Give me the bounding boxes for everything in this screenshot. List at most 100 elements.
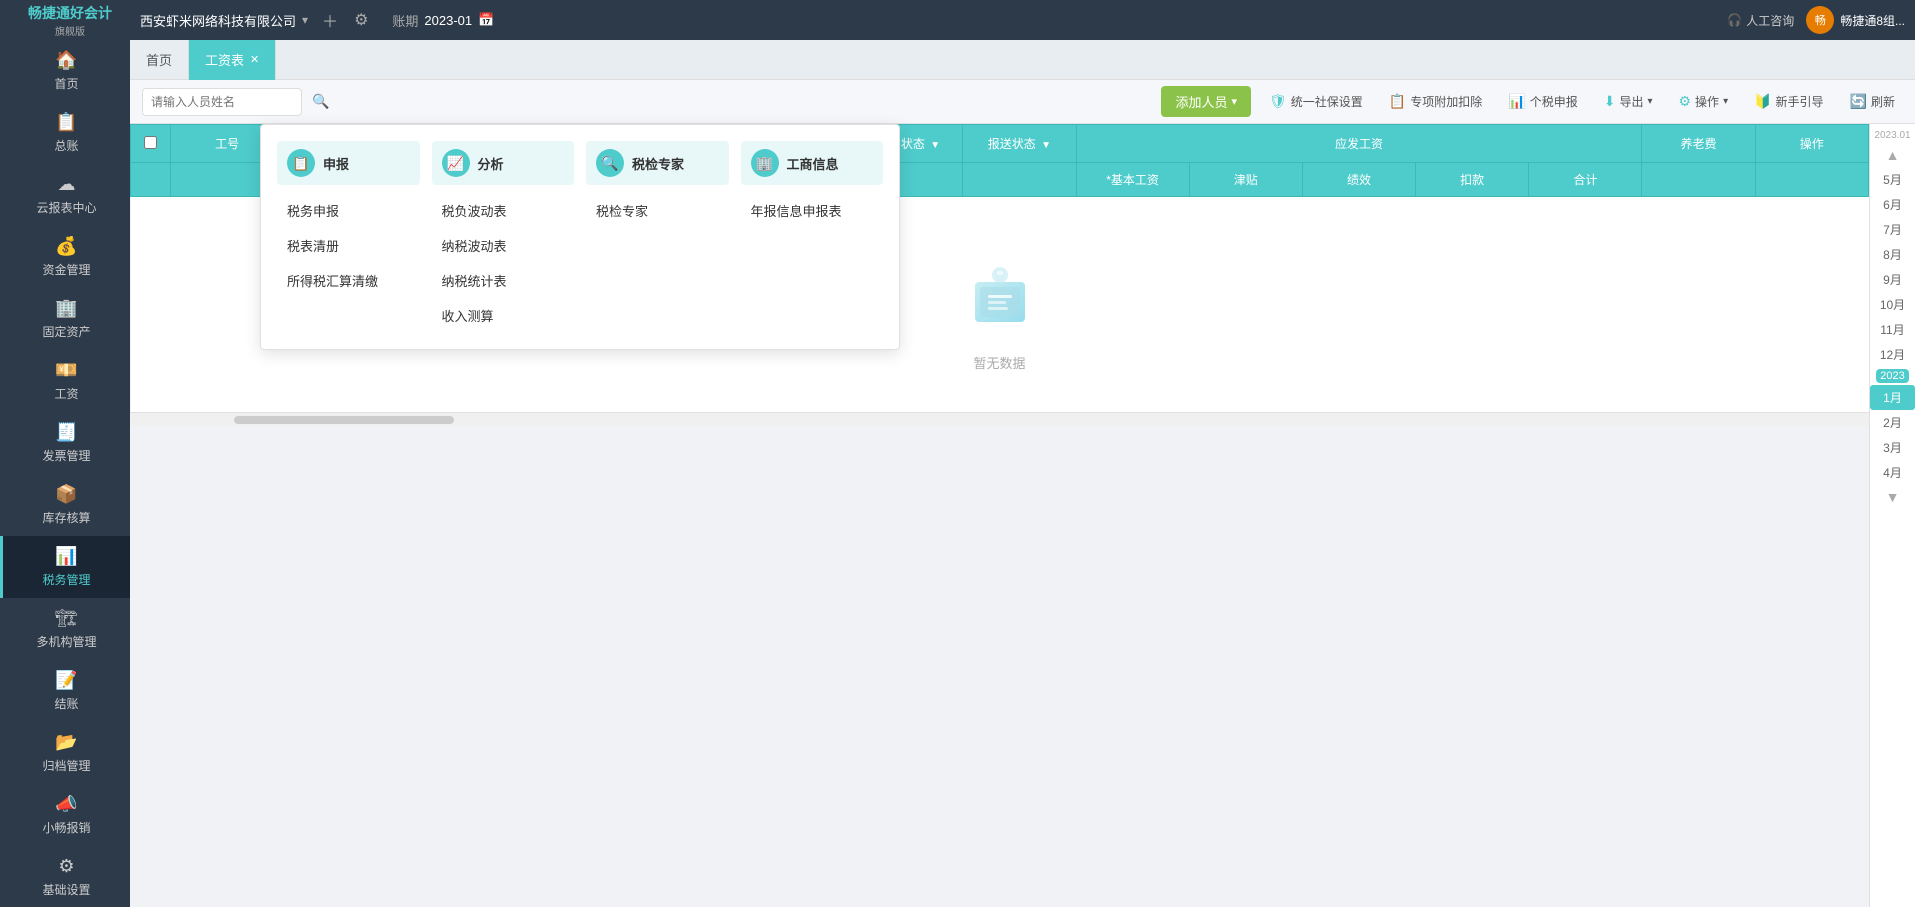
timeline-year-badge: 2023: [1876, 369, 1908, 383]
sidebar-label-inventory: 库存核算: [42, 509, 90, 526]
add-person-button[interactable]: 添加人员 ▾: [1161, 86, 1251, 117]
tab-home[interactable]: 首页: [130, 40, 189, 80]
timeline-month-11月[interactable]: 11月: [1870, 317, 1915, 342]
sidebar-label-xiaochang: 小畅报销: [42, 819, 90, 836]
menu-item-tax_payment[interactable]: 纳税波动表: [432, 228, 575, 263]
timeline-month-9月[interactable]: 9月: [1870, 267, 1915, 292]
company-selector[interactable]: 西安虾米网络科技有限公司 ▾: [140, 11, 308, 30]
select-all-checkbox[interactable]: [144, 136, 157, 149]
menu-grid: 📋申报税务申报税表清册所得税汇算清缴📈分析税负波动表纳税波动表纳税统计表收入测算…: [271, 135, 889, 339]
sidebar-item-general[interactable]: 📋总账: [0, 102, 130, 164]
tax-report-button[interactable]: 📊 个税申报: [1500, 89, 1585, 114]
guide-button[interactable]: 🔰 新手引导: [1746, 89, 1831, 114]
sidebar-icon-archive: 📂: [55, 732, 77, 753]
calendar-icon[interactable]: 📅: [478, 12, 494, 28]
tab-salary_table[interactable]: 工资表✕: [189, 40, 276, 80]
search-input[interactable]: [142, 88, 302, 116]
settings-icon[interactable]: ⚙: [350, 8, 372, 32]
sidebar-item-archive[interactable]: 📂归档管理: [0, 722, 130, 784]
refresh-button[interactable]: 🔄 刷新: [1842, 89, 1903, 114]
menu-item-annual_report[interactable]: 年报信息申报表: [741, 193, 884, 228]
menu-item-tax_statistics[interactable]: 纳税统计表: [432, 263, 575, 298]
logo-area: 畅捷通好会计 旗舰版: [10, 3, 130, 38]
col-wage-group-header: 应发工资: [1076, 125, 1642, 163]
sidebar-item-basic[interactable]: ⚙基础设置: [0, 846, 130, 907]
timeline-up-icon[interactable]: ▲: [1882, 143, 1904, 167]
sidebar-label-tax: 税务管理: [42, 571, 90, 588]
timeline-month-2月[interactable]: 2月: [1870, 410, 1915, 435]
top-header: 畅捷通好会计 旗舰版 西安虾米网络科技有限公司 ▾ ＋ ⚙ 账期 2023-01…: [0, 0, 1915, 40]
sidebar-icon-inventory: 📦: [55, 484, 77, 505]
timeline-month-1月[interactable]: 1月: [1870, 385, 1915, 410]
filter-icon[interactable]: ▼: [930, 140, 940, 151]
user-name: 畅捷通8组...: [1840, 12, 1905, 29]
sidebar-icon-home: 🏠: [55, 50, 77, 71]
operation-label: 操作: [1695, 93, 1719, 110]
sidebar-item-cloud[interactable]: ☁云报表中心: [0, 164, 130, 226]
operation-button[interactable]: ⚙ 操作 ▾: [1670, 89, 1736, 114]
menu-item-income_settle[interactable]: 所得税汇算清缴: [277, 263, 420, 298]
col-submit-status-header: 报送状态 ▼: [963, 125, 1076, 163]
export-button[interactable]: ⬇ 导出 ▾: [1596, 89, 1661, 114]
deduct-header: 扣款: [1416, 163, 1529, 197]
timeline-month-6月[interactable]: 6月: [1870, 192, 1915, 217]
tab-close-icon-salary_table[interactable]: ✕: [250, 53, 259, 66]
period-value: 2023-01: [424, 13, 472, 28]
dropdown-menu: 📋申报税务申报税表清册所得税汇算清缴📈分析税负波动表纳税波动表纳税统计表收入测算…: [260, 124, 900, 350]
menu-section-analysis: 📈 分析税负波动表纳税波动表纳税统计表收入测算: [426, 135, 581, 339]
menu-section-title-business_info: 工商信息: [787, 154, 839, 173]
menu-section-title-analysis: 分析: [478, 154, 504, 173]
timeline-month-7月[interactable]: 7月: [1870, 217, 1915, 242]
menu-section-tax_expert: 🔍税检专家税检专家: [580, 135, 735, 339]
menu-section-icon-analysis: 📈: [442, 149, 470, 177]
menu-item-tax_check[interactable]: 税检专家: [586, 193, 729, 228]
sidebar-item-inventory[interactable]: 📦 库存核算: [0, 474, 130, 536]
menu-item-income_calc[interactable]: 收入测算: [432, 298, 575, 333]
social-security-button[interactable]: 🛡 统一社保设置: [1261, 89, 1371, 114]
special-deduction-button[interactable]: 📋 专项附加扣除: [1381, 89, 1490, 114]
sidebar-item-home[interactable]: 🏠首页: [0, 40, 130, 102]
timeline-month-4月[interactable]: 4月: [1870, 460, 1915, 485]
search-icon[interactable]: 🔍: [312, 93, 329, 110]
menu-item-tax_form[interactable]: 税表清册: [277, 228, 420, 263]
header-actions: ＋ ⚙: [318, 6, 372, 34]
sidebar-item-salary[interactable]: 💴工资: [0, 350, 130, 412]
sidebar-item-multi[interactable]: 🏗多机构管理: [0, 598, 130, 660]
checkbox-col-header[interactable]: [131, 125, 171, 163]
timeline-month-5月[interactable]: 5月: [1870, 167, 1915, 192]
timeline-month-8月[interactable]: 8月: [1870, 242, 1915, 267]
tax-icon: 📊: [1508, 93, 1525, 110]
service-button[interactable]: 🎧 人工咨询: [1727, 12, 1794, 29]
sidebar-item-settle[interactable]: 📝 结账: [0, 660, 130, 722]
sidebar-label-assets: 固定资产: [42, 323, 90, 340]
timeline-month-12月[interactable]: 12月: [1870, 342, 1915, 367]
sidebar-item-fund[interactable]: 💰资金管理: [0, 226, 130, 288]
sidebar-item-tax[interactable]: 📊税务管理: [0, 536, 130, 598]
sidebar-item-invoice[interactable]: 🧾发票管理: [0, 412, 130, 474]
timeline-down-icon[interactable]: ▼: [1882, 485, 1904, 509]
menu-item-tax_report[interactable]: 税务申报: [277, 193, 420, 228]
submit-filter-icon[interactable]: ▼: [1041, 140, 1051, 151]
timeline-month-3月[interactable]: 3月: [1870, 435, 1915, 460]
sidebar-label-salary: 工资: [54, 385, 78, 402]
timeline-month-10月[interactable]: 10月: [1870, 292, 1915, 317]
sidebar-item-xiaochang[interactable]: 📣小畅报销: [0, 784, 130, 846]
toolbar: 🔍 添加人员 ▾ 🛡 统一社保设置 📋 专项附加扣除 📊 个税申报 ⬇ 导出: [130, 80, 1915, 124]
sidebar-item-assets[interactable]: 🏢固定资产: [0, 288, 130, 350]
tax-report-label: 个税申报: [1530, 93, 1578, 110]
export-icon: ⬇: [1604, 93, 1616, 110]
menu-section-business_info: 🏢工商信息年报信息申报表: [735, 135, 890, 339]
menu-section-title-tax_expert: 税检专家: [632, 154, 684, 173]
menu-section-header-tax_expert: 🔍税检专家: [586, 141, 729, 185]
sidebar-icon-settle: 📝: [55, 670, 77, 691]
add-company-icon[interactable]: ＋: [318, 6, 342, 34]
checkbox-sub-header: [131, 163, 171, 197]
guide-icon: 🔰: [1754, 93, 1771, 110]
sidebar-label-settle: 结账: [54, 695, 78, 712]
menu-item-tax_fluctuation[interactable]: 税负波动表: [432, 193, 575, 228]
guide-label: 新手引导: [1776, 93, 1824, 110]
user-info[interactable]: 畅 畅捷通8组...: [1806, 6, 1905, 34]
scrollbar-thumb[interactable]: [234, 416, 454, 424]
sidebar-label-fund: 资金管理: [42, 261, 90, 278]
perf-header: 绩效: [1302, 163, 1415, 197]
